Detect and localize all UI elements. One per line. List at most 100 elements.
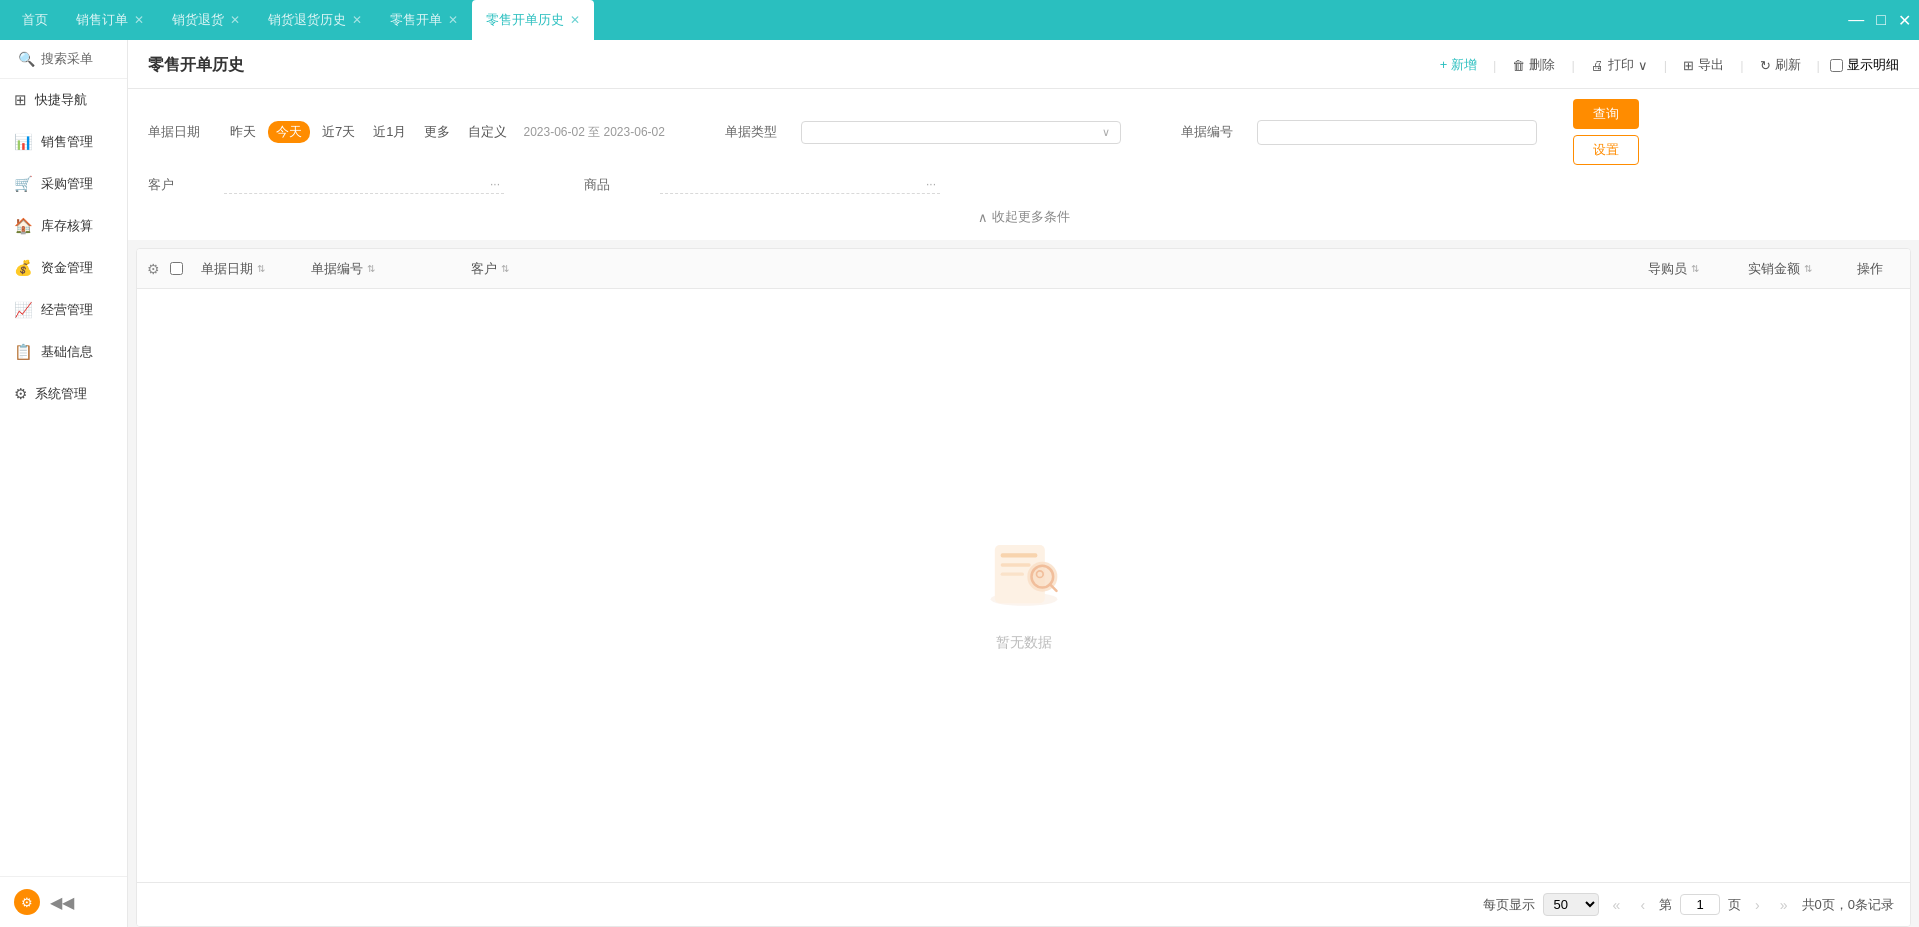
sidebar-bottom: ⚙ ◀◀ xyxy=(0,876,127,927)
sidebar-gear-button[interactable]: ⚙ xyxy=(14,889,40,915)
window-controls: — □ ✕ xyxy=(1848,11,1911,30)
close-icon[interactable]: ✕ xyxy=(448,13,458,27)
settings-button[interactable]: 设置 xyxy=(1573,135,1639,165)
customer-dots: ··· xyxy=(490,177,500,191)
tab-bar: 首页 销售订单 ✕ 销货退货 ✕ 销货退货历史 ✕ 零售开单 ✕ 零售开单历史 … xyxy=(0,0,1919,40)
prev-page-btn[interactable]: ‹ xyxy=(1634,895,1651,915)
date-filter-buttons: 昨天 今天 近7天 近1月 更多 自定义 2023-06-02 至 2023-0… xyxy=(224,121,665,143)
more-btn[interactable]: 更多 xyxy=(418,121,456,143)
tab-home[interactable]: 首页 xyxy=(8,0,62,40)
print-icon: 🖨 xyxy=(1591,58,1604,73)
delete-button[interactable]: 🗑 删除 xyxy=(1506,52,1561,78)
col-header-customer[interactable]: 客户 ⇅ xyxy=(463,260,1640,278)
export-icon: ⊞ xyxy=(1683,58,1694,73)
per-page-label: 每页显示 xyxy=(1483,896,1535,914)
doc-num-input[interactable] xyxy=(1257,120,1537,145)
yesterday-btn[interactable]: 昨天 xyxy=(224,121,262,143)
page-size-select[interactable]: 50 100 200 xyxy=(1543,893,1599,916)
finance-icon: 💰 xyxy=(14,259,33,277)
sidebar-item-label: 基础信息 xyxy=(41,343,93,361)
minimize-icon[interactable]: — xyxy=(1848,11,1864,29)
export-button[interactable]: ⊞ 导出 xyxy=(1677,52,1730,78)
sidebar-item-label: 销售管理 xyxy=(41,133,93,151)
tab-sales-return[interactable]: 销货退货 ✕ xyxy=(158,0,254,40)
pagination-bar: 每页显示 50 100 200 « ‹ 第 页 › » 共0页，0条记录 xyxy=(137,882,1910,926)
filter-row-2: 客户 ··· 商品 ··· xyxy=(148,175,1899,194)
empty-illustration xyxy=(974,520,1074,620)
close-icon[interactable]: ✕ xyxy=(230,13,240,27)
close-icon[interactable]: ✕ xyxy=(570,13,580,27)
table-body: 暂无数据 xyxy=(137,289,1910,882)
tab-sales-order[interactable]: 销售订单 ✕ xyxy=(62,0,158,40)
sidebar-search[interactable]: 🔍 搜索采单 xyxy=(0,40,127,79)
inventory-icon: 🏠 xyxy=(14,217,33,235)
first-page-btn[interactable]: « xyxy=(1607,895,1627,915)
sidebar-item-operations[interactable]: 📈 经营管理 xyxy=(0,289,127,331)
page-input[interactable] xyxy=(1680,894,1720,915)
total-text: 共0页，0条记录 xyxy=(1802,896,1894,914)
svg-rect-4 xyxy=(1000,572,1023,575)
close-window-icon[interactable]: ✕ xyxy=(1898,11,1911,30)
close-icon[interactable]: ✕ xyxy=(352,13,362,27)
sidebar-item-label: 资金管理 xyxy=(41,259,93,277)
print-button[interactable]: 🖨 打印 ∨ xyxy=(1585,52,1654,78)
filter-row-1: 单据日期 昨天 今天 近7天 近1月 更多 自定义 2023-06-02 至 2… xyxy=(148,99,1899,165)
maximize-icon[interactable]: □ xyxy=(1876,11,1886,29)
sidebar-item-sales-mgmt[interactable]: 📊 销售管理 xyxy=(0,121,127,163)
tab-retail-open[interactable]: 零售开单 ✕ xyxy=(376,0,472,40)
svg-rect-2 xyxy=(1000,553,1037,557)
table-header: ⚙ 单据日期 ⇅ 单据编号 ⇅ 客户 ⇅ 导购员 ⇅ xyxy=(137,249,1910,289)
sidebar-item-label: 库存核算 xyxy=(41,217,93,235)
sidebar-item-quick-nav[interactable]: ⊞ 快捷导航 xyxy=(0,79,127,121)
last7-btn[interactable]: 近7天 xyxy=(316,121,361,143)
show-detail-checkbox[interactable] xyxy=(1830,59,1843,72)
sidebar-item-inventory[interactable]: 🏠 库存核算 xyxy=(0,205,127,247)
quick-nav-icon: ⊞ xyxy=(14,91,27,109)
table-settings-icon[interactable]: ⚙ xyxy=(147,261,160,277)
sort-icon: ⇅ xyxy=(367,263,375,274)
query-button[interactable]: 查询 xyxy=(1573,99,1639,129)
content-area: 零售开单历史 + 新增 | 🗑 删除 | 🖨 打印 ∨ | xyxy=(128,40,1919,927)
chevron-up-icon: ∧ xyxy=(978,210,988,225)
filter-area: 单据日期 昨天 今天 近7天 近1月 更多 自定义 2023-06-02 至 2… xyxy=(128,89,1919,240)
show-detail-toggle[interactable]: 显示明细 xyxy=(1830,56,1899,74)
add-button[interactable]: + 新增 xyxy=(1434,52,1483,78)
date-range-text: 2023-06-02 至 2023-06-02 xyxy=(523,124,664,141)
sidebar-item-purchase-mgmt[interactable]: 🛒 采购管理 xyxy=(0,163,127,205)
col-header-date[interactable]: 单据日期 ⇅ xyxy=(193,260,303,278)
sidebar-search-label: 搜索采单 xyxy=(41,50,93,68)
close-icon[interactable]: ✕ xyxy=(134,13,144,27)
sidebar-collapse-button[interactable]: ◀◀ xyxy=(50,893,74,912)
sidebar-item-system[interactable]: ⚙ 系统管理 xyxy=(0,373,127,415)
refresh-button[interactable]: ↻ 刷新 xyxy=(1754,52,1807,78)
goods-dots: ··· xyxy=(926,177,936,191)
refresh-icon: ↻ xyxy=(1760,58,1771,73)
empty-text: 暂无数据 xyxy=(996,634,1052,652)
goods-input[interactable]: ··· xyxy=(660,175,940,194)
page-title: 零售开单历史 xyxy=(148,55,244,76)
collapse-filters-button[interactable]: ∧ 收起更多条件 xyxy=(148,204,1899,226)
today-btn[interactable]: 今天 xyxy=(268,121,310,143)
select-all-checkbox[interactable] xyxy=(170,262,183,275)
tab-retail-history[interactable]: 零售开单历史 ✕ xyxy=(472,0,594,40)
goods-label: 商品 xyxy=(584,176,640,194)
doc-type-select[interactable]: ∨ xyxy=(801,121,1121,144)
search-icon: 🔍 xyxy=(18,51,35,67)
sort-icon: ⇅ xyxy=(1804,263,1812,274)
customer-input[interactable]: ··· xyxy=(224,175,504,194)
last-month-btn[interactable]: 近1月 xyxy=(367,121,412,143)
sidebar-item-label: 采购管理 xyxy=(41,175,93,193)
col-header-num[interactable]: 单据编号 ⇅ xyxy=(303,260,463,278)
col-header-ops: 操作 xyxy=(1840,260,1900,278)
sidebar-item-finance[interactable]: 💰 资金管理 xyxy=(0,247,127,289)
basic-info-icon: 📋 xyxy=(14,343,33,361)
custom-btn[interactable]: 自定义 xyxy=(462,121,513,143)
last-page-btn[interactable]: » xyxy=(1774,895,1794,915)
page-label-2: 页 xyxy=(1728,896,1741,914)
next-page-btn[interactable]: › xyxy=(1749,895,1766,915)
tab-sales-return-history[interactable]: 销货退货历史 ✕ xyxy=(254,0,376,40)
sidebar-item-basic-info[interactable]: 📋 基础信息 xyxy=(0,331,127,373)
print-dropdown-icon: ∨ xyxy=(1638,58,1648,73)
col-header-amount[interactable]: 实销金额 ⇅ xyxy=(1740,260,1840,278)
col-header-guide[interactable]: 导购员 ⇅ xyxy=(1640,260,1740,278)
